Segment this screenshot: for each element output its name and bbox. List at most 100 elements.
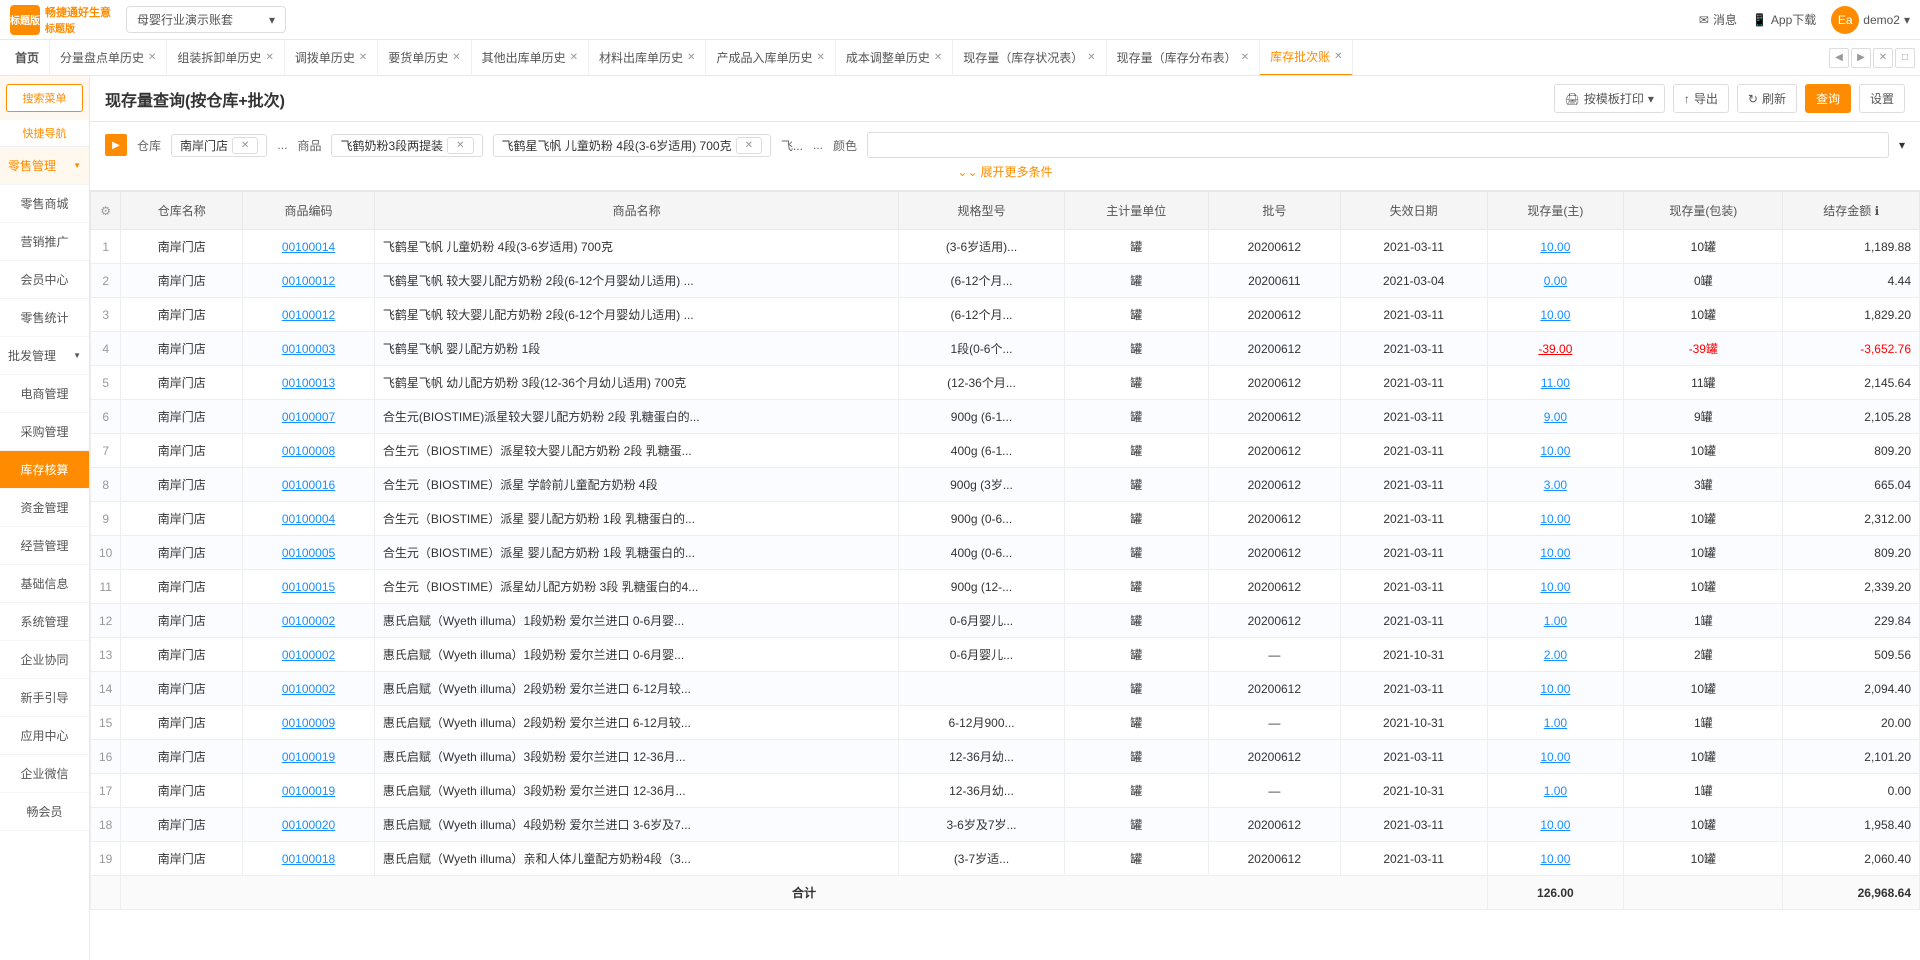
product-tag-1-close[interactable]: ✕ (447, 137, 473, 154)
sidebar-item-inventory[interactable]: 库存核算 (0, 451, 89, 489)
tab-chengben[interactable]: 成本调整单历史 ✕ (836, 40, 953, 76)
sidebar-item-retail-mgmt[interactable]: 零售管理 ▼ (0, 147, 89, 185)
row-qty-main[interactable]: 2.00 (1487, 638, 1624, 672)
tab-prev-arrow[interactable]: ◀ (1829, 48, 1849, 68)
close-icon[interactable]: ✕ (934, 52, 942, 63)
tab-fendian[interactable]: 分量盘点单历史 ✕ (50, 40, 167, 76)
row-qty-main[interactable]: 10.00 (1487, 536, 1624, 570)
row-qty-main[interactable]: 9.00 (1487, 400, 1624, 434)
template-print-button[interactable]: 🖨 按模板打印 ▾ (1554, 84, 1665, 113)
row-code[interactable]: 00100015 (243, 570, 375, 604)
row-code[interactable]: 00100019 (243, 740, 375, 774)
row-qty-main[interactable]: -39.00 (1487, 332, 1624, 366)
row-qty-main[interactable]: 1.00 (1487, 706, 1624, 740)
product-tag-2-close[interactable]: ✕ (736, 137, 762, 154)
row-qty-main[interactable]: 10.00 (1487, 570, 1624, 604)
row-code[interactable]: 00100009 (243, 706, 375, 740)
sidebar-item-wholesale[interactable]: 批发管理 ▼ (0, 337, 89, 375)
tab-close-all[interactable]: ✕ (1873, 48, 1893, 68)
sidebar-item-ecommerce[interactable]: 电商管理 (0, 375, 89, 413)
row-qty-main[interactable]: 10.00 (1487, 842, 1624, 876)
user-menu[interactable]: Ea demo2 ▾ (1831, 6, 1910, 34)
settings-icon[interactable]: ⚙ (100, 204, 111, 218)
close-icon[interactable]: ✕ (1087, 52, 1095, 63)
close-icon[interactable]: ✕ (265, 52, 273, 63)
col-settings[interactable]: ⚙ (91, 192, 121, 230)
warehouse-tag-close[interactable]: ✕ (232, 137, 258, 154)
settings-button[interactable]: 设置 (1859, 84, 1905, 113)
close-icon[interactable]: ✕ (148, 52, 156, 63)
row-qty-main[interactable]: 10.00 (1487, 298, 1624, 332)
row-code[interactable]: 00100004 (243, 502, 375, 536)
sidebar-item-operations[interactable]: 经营管理 (0, 527, 89, 565)
row-qty-main[interactable]: 10.00 (1487, 808, 1624, 842)
sidebar-item-system[interactable]: 系统管理 (0, 603, 89, 641)
product-more-dots[interactable]: 飞... (781, 137, 803, 154)
row-code[interactable]: 00100002 (243, 638, 375, 672)
sidebar-item-member2[interactable]: 畅会员 (0, 793, 89, 831)
tab-next-arrow[interactable]: ▶ (1851, 48, 1871, 68)
sidebar-item-member[interactable]: 会员中心 (0, 261, 89, 299)
close-icon[interactable]: ✕ (452, 52, 460, 63)
row-code[interactable]: 00100020 (243, 808, 375, 842)
color-input[interactable] (867, 132, 1889, 158)
row-code[interactable]: 00100003 (243, 332, 375, 366)
app-download-button[interactable]: 📱 App下载 (1752, 11, 1816, 28)
tab-kucun-pici[interactable]: 库存批次账 ✕ (1260, 40, 1353, 76)
row-qty-main[interactable]: 11.00 (1487, 366, 1624, 400)
quick-nav-button[interactable]: 快捷导航 (0, 120, 89, 147)
row-code[interactable]: 00100002 (243, 672, 375, 706)
expand-filter-button[interactable]: ▶ (105, 134, 127, 156)
sidebar-item-apps[interactable]: 应用中心 (0, 717, 89, 755)
close-icon[interactable]: ✕ (359, 52, 367, 63)
tab-home[interactable]: 首页 (5, 40, 50, 76)
tab-xiancunliang2[interactable]: 现存量（库存分布表） ✕ (1107, 40, 1260, 76)
row-qty-main[interactable]: 10.00 (1487, 230, 1624, 264)
sidebar-item-basic-info[interactable]: 基础信息 (0, 565, 89, 603)
row-code[interactable]: 00100018 (243, 842, 375, 876)
row-qty-main[interactable]: 10.00 (1487, 740, 1624, 774)
close-icon[interactable]: ✕ (816, 52, 824, 63)
tab-chanpin[interactable]: 产成品入库单历史 ✕ (706, 40, 835, 76)
expand-more-conditions[interactable]: ⌄⌄ 展开更多条件 (957, 163, 1052, 180)
query-button[interactable]: 查询 (1805, 84, 1851, 113)
row-code[interactable]: 00100005 (243, 536, 375, 570)
row-code[interactable]: 00100014 (243, 230, 375, 264)
row-code[interactable]: 00100008 (243, 434, 375, 468)
tab-yaohuo[interactable]: 要货单历史 ✕ (378, 40, 471, 76)
sidebar-item-guide[interactable]: 新手引导 (0, 679, 89, 717)
row-code[interactable]: 00100007 (243, 400, 375, 434)
warehouse-tag[interactable]: 南岸门店 ✕ (171, 134, 267, 157)
close-icon[interactable]: ✕ (1241, 52, 1249, 63)
sidebar-item-purchase[interactable]: 采购管理 (0, 413, 89, 451)
search-menu-button[interactable]: 搜索菜单 (6, 84, 83, 112)
row-code[interactable]: 00100016 (243, 468, 375, 502)
close-icon[interactable]: ✕ (1334, 51, 1342, 62)
row-code[interactable]: 00100002 (243, 604, 375, 638)
row-qty-main[interactable]: 10.00 (1487, 502, 1624, 536)
row-qty-main[interactable]: 0.00 (1487, 264, 1624, 298)
sidebar-item-wechat[interactable]: 企业微信 (0, 755, 89, 793)
product-tag-1[interactable]: 飞鹤奶粉3段两提装 ✕ (331, 134, 482, 157)
sidebar-item-finance[interactable]: 资金管理 (0, 489, 89, 527)
row-qty-main[interactable]: 3.00 (1487, 468, 1624, 502)
refresh-button[interactable]: ↻ 刷新 (1737, 84, 1797, 113)
workspace-selector[interactable]: 母婴行业演示账套 ▾ (126, 6, 286, 33)
row-code[interactable]: 00100012 (243, 264, 375, 298)
tab-xiancunliang1[interactable]: 现存量（库存状况表） ✕ (953, 40, 1106, 76)
row-code[interactable]: 00100012 (243, 298, 375, 332)
product-extra-dots[interactable]: ... (813, 138, 823, 152)
tab-cailiao[interactable]: 材料出库单历史 ✕ (589, 40, 706, 76)
row-qty-main[interactable]: 1.00 (1487, 774, 1624, 808)
message-button[interactable]: ✉ 消息 (1699, 11, 1737, 28)
row-code[interactable]: 00100019 (243, 774, 375, 808)
close-icon[interactable]: ✕ (570, 52, 578, 63)
row-qty-main[interactable]: 10.00 (1487, 434, 1624, 468)
export-button[interactable]: ↑ 导出 (1673, 84, 1729, 113)
row-qty-main[interactable]: 1.00 (1487, 604, 1624, 638)
sidebar-item-retail-stats[interactable]: 零售统计 (0, 299, 89, 337)
tab-maximize[interactable]: □ (1895, 48, 1915, 68)
tab-chuku[interactable]: 其他出库单历史 ✕ (472, 40, 589, 76)
row-qty-main[interactable]: 10.00 (1487, 672, 1624, 706)
tab-zuchai[interactable]: 组装拆卸单历史 ✕ (167, 40, 284, 76)
